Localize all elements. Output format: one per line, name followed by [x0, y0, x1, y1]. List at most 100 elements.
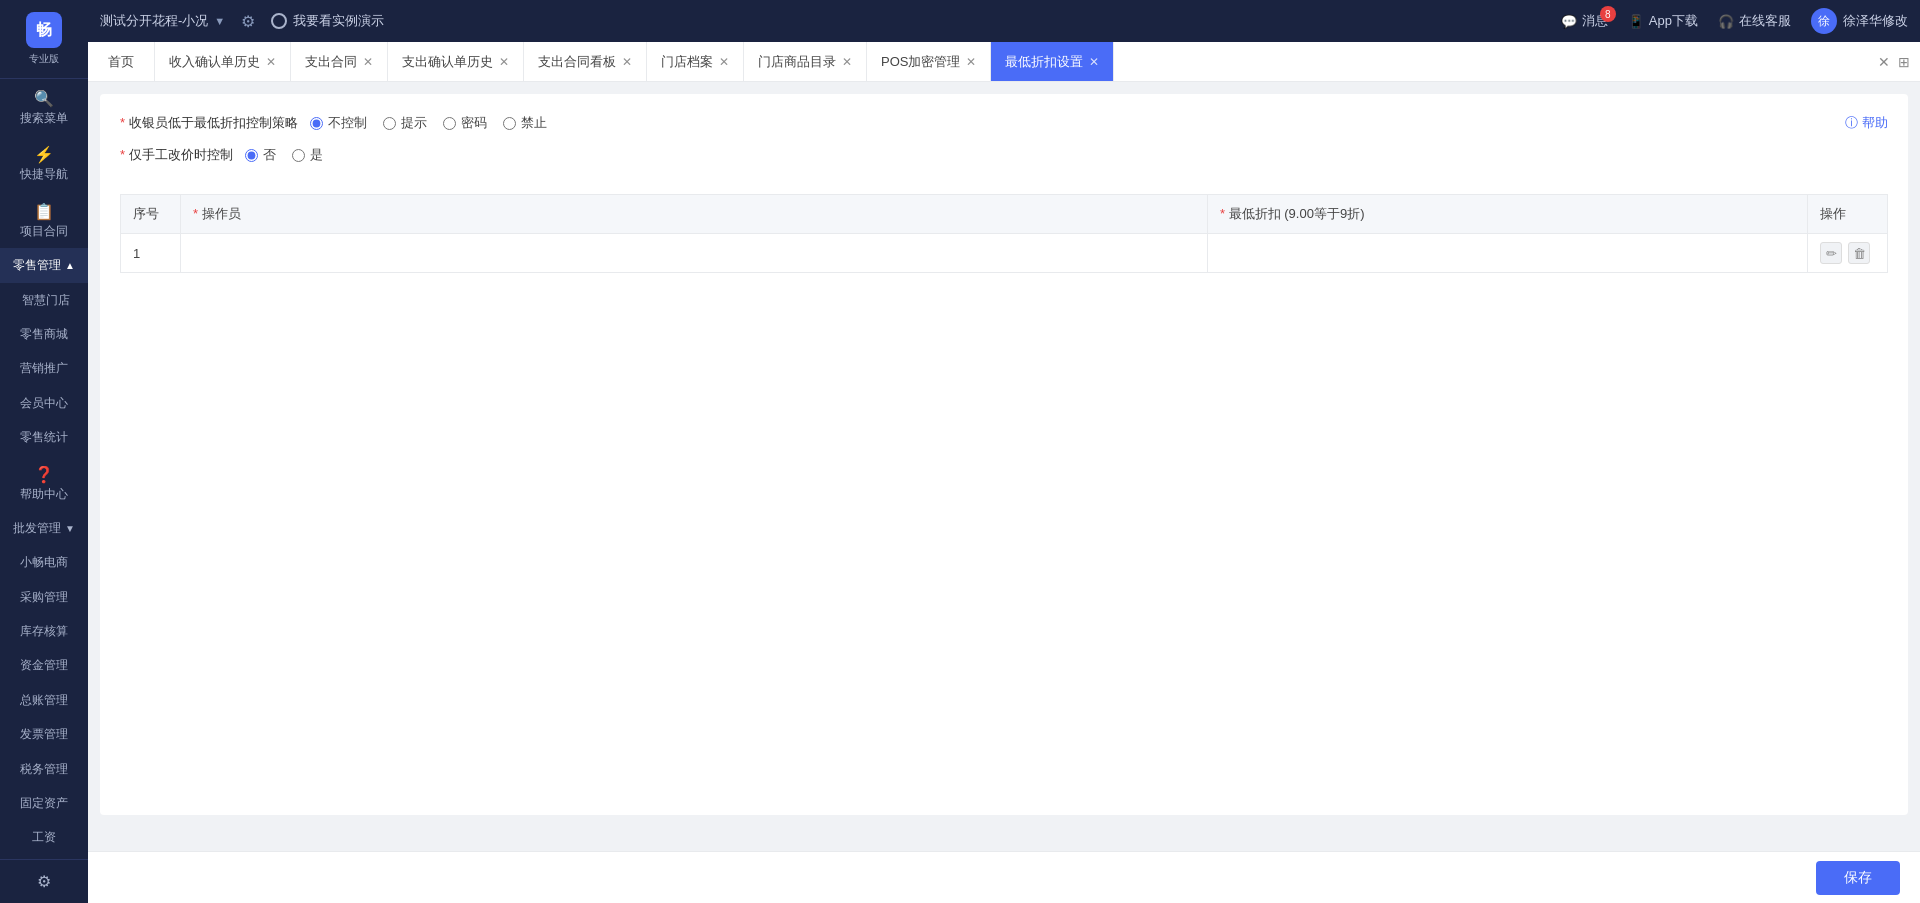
search-icon: 🔍: [34, 89, 54, 108]
cashier-option-forbid-radio[interactable]: [503, 117, 516, 130]
lightning-icon: ⚡: [34, 145, 54, 164]
project-selector[interactable]: 测试分开花程-小况 ▼: [100, 12, 225, 30]
tab-store-profile-close[interactable]: ✕: [719, 55, 729, 69]
app-logo-text: 专业版: [29, 52, 59, 66]
sidebar-item-project-contract[interactable]: 📋 项目合同: [0, 192, 88, 248]
cashier-option-no-control-radio[interactable]: [310, 117, 323, 130]
manual-price-radio-group: 否 是: [245, 146, 323, 164]
sidebar-item-label: 总账管理: [20, 693, 68, 707]
user-menu[interactable]: 徐 徐泽华修改: [1811, 8, 1908, 34]
table-row: 1 ✏ 🗑: [121, 234, 1888, 273]
sidebar-item-inventory[interactable]: 库存核算: [0, 614, 88, 648]
sidebar-item-capital[interactable]: 资金管理: [0, 648, 88, 682]
sidebar-item-quick-nav[interactable]: ⚡ 快捷导航: [0, 135, 88, 191]
manual-option-yes-radio[interactable]: [292, 149, 305, 162]
chevron-down-icon: ▲: [65, 260, 75, 271]
help-link[interactable]: ⓘ 帮助: [1845, 114, 1888, 132]
tab-payment-board[interactable]: 支出合同看板 ✕: [524, 42, 647, 81]
tab-store-profile[interactable]: 门店档案 ✕: [647, 42, 744, 81]
topbar: 测试分开花程-小况 ▼ ⚙ 我要看实例演示 💬 消息 8 📱 App下载 🎧 在…: [88, 0, 1920, 42]
sidebar-item-ledger[interactable]: 总账管理: [0, 683, 88, 717]
message-badge: 8: [1600, 6, 1616, 22]
sidebar-logo: 畅 专业版: [0, 0, 88, 79]
sidebar-item-retail-mall[interactable]: 零售商城: [0, 317, 88, 351]
sidebar-item-label: 营销推广: [20, 361, 68, 375]
sidebar-item-help-center[interactable]: ❓ 帮助中心: [0, 455, 88, 511]
project-name: 测试分开花程-小况: [100, 12, 208, 30]
sidebar-item-smart-store[interactable]: 智慧门店: [0, 283, 88, 317]
sidebar: 畅 专业版 🔍 搜索菜单 ⚡ 快捷导航 📋 项目合同 零售管理 ▲ 智慧门店 零…: [0, 0, 88, 903]
sidebar-item-search[interactable]: 🔍 搜索菜单: [0, 79, 88, 135]
delete-icon[interactable]: 🗑: [1848, 242, 1870, 264]
tab-payment-contract[interactable]: 支出合同 ✕: [291, 42, 388, 81]
sidebar-item-ecommerce[interactable]: 小畅电商: [0, 545, 88, 579]
tab-min-discount-close[interactable]: ✕: [1089, 55, 1099, 69]
tab-min-discount[interactable]: 最低折扣设置 ✕: [991, 42, 1114, 81]
cashier-option-no-control[interactable]: 不控制: [310, 114, 367, 132]
message-button[interactable]: 💬 消息 8: [1561, 12, 1608, 30]
manual-option-yes[interactable]: 是: [292, 146, 323, 164]
app-logo-icon: 畅: [26, 12, 62, 48]
manual-option-no[interactable]: 否: [245, 146, 276, 164]
online-service-label: 在线客服: [1739, 12, 1791, 30]
manual-option-no-radio[interactable]: [245, 149, 258, 162]
bottom-bar: 保存: [88, 851, 1920, 903]
tab-income-confirm-close[interactable]: ✕: [266, 55, 276, 69]
col-header-action: 操作: [1808, 195, 1888, 234]
tab-payment-confirm-close[interactable]: ✕: [499, 55, 509, 69]
tab-payment-board-close[interactable]: ✕: [622, 55, 632, 69]
sidebar-item-retail-stats[interactable]: 零售统计: [0, 420, 88, 454]
demo-text: 我要看实例演示: [293, 12, 384, 30]
tab-home-label: 首页: [108, 53, 134, 71]
tab-income-confirm[interactable]: 收入确认单历史 ✕: [155, 42, 291, 81]
tab-store-catalog-close[interactable]: ✕: [842, 55, 852, 69]
online-service-button[interactable]: 🎧 在线客服: [1718, 12, 1791, 30]
tab-pos-password-close[interactable]: ✕: [966, 55, 976, 69]
cell-discount: [1208, 234, 1808, 273]
tab-pos-password[interactable]: POS加密管理 ✕: [867, 42, 991, 81]
help-icon: ⓘ: [1845, 114, 1858, 132]
tab-home[interactable]: 首页: [88, 42, 155, 81]
edit-icon[interactable]: ✏: [1820, 242, 1842, 264]
sidebar-item-label: 项目合同: [20, 224, 68, 238]
sidebar-item-fixed-assets[interactable]: 固定资产: [0, 786, 88, 820]
sidebar-item-marketing[interactable]: 营销推广: [0, 351, 88, 385]
sidebar-item-tax[interactable]: 税务管理: [0, 752, 88, 786]
cashier-option-password[interactable]: 密码: [443, 114, 487, 132]
sidebar-item-invoice[interactable]: 发票管理: [0, 717, 88, 751]
sidebar-item-member-center[interactable]: 会员中心: [0, 386, 88, 420]
sidebar-item-label: 采购管理: [20, 590, 68, 604]
cell-action: ✏ 🗑: [1808, 234, 1888, 273]
demo-link[interactable]: 我要看实例演示: [271, 12, 384, 30]
manual-price-label: 仅手工改价时控制: [120, 146, 233, 164]
sidebar-item-label: 工资: [32, 830, 56, 844]
message-icon: 💬: [1561, 14, 1577, 29]
save-button[interactable]: 保存: [1816, 861, 1900, 895]
sidebar-item-label: 资金管理: [20, 658, 68, 672]
settings-icon[interactable]: ⚙: [37, 872, 51, 891]
tab-store-catalog[interactable]: 门店商品目录 ✕: [744, 42, 867, 81]
tab-close-all-icon[interactable]: ✕: [1878, 54, 1890, 70]
sidebar-item-label: 快捷导航: [20, 167, 68, 181]
sidebar-item-retail-manage[interactable]: 零售管理 ▲: [0, 248, 88, 282]
tab-menu-icon[interactable]: ⊞: [1898, 54, 1910, 70]
topbar-settings-icon[interactable]: ⚙: [241, 12, 255, 31]
sidebar-item-purchase[interactable]: 采购管理: [0, 580, 88, 614]
tab-pos-password-label: POS加密管理: [881, 53, 960, 71]
sidebar-item-payroll[interactable]: 工资: [0, 820, 88, 854]
cashier-option-remind-radio[interactable]: [383, 117, 396, 130]
username: 徐泽华修改: [1843, 12, 1908, 30]
cashier-option-forbid[interactable]: 禁止: [503, 114, 547, 132]
content-card: 收银员低于最低折扣控制策略 不控制 提示: [100, 94, 1908, 815]
sidebar-item-wholesale[interactable]: 批发管理 ▼: [0, 511, 88, 545]
cashier-option-no-control-label: 不控制: [328, 114, 367, 132]
cashier-policy-label: 收银员低于最低折扣控制策略: [120, 114, 298, 132]
sidebar-item-label: 发票管理: [20, 727, 68, 741]
tab-payment-contract-label: 支出合同: [305, 53, 357, 71]
app-download-button[interactable]: 📱 App下载: [1628, 12, 1698, 30]
tab-payment-contract-close[interactable]: ✕: [363, 55, 373, 69]
cashier-option-password-radio[interactable]: [443, 117, 456, 130]
tab-payment-board-label: 支出合同看板: [538, 53, 616, 71]
cashier-option-remind[interactable]: 提示: [383, 114, 427, 132]
tab-payment-confirm[interactable]: 支出确认单历史 ✕: [388, 42, 524, 81]
